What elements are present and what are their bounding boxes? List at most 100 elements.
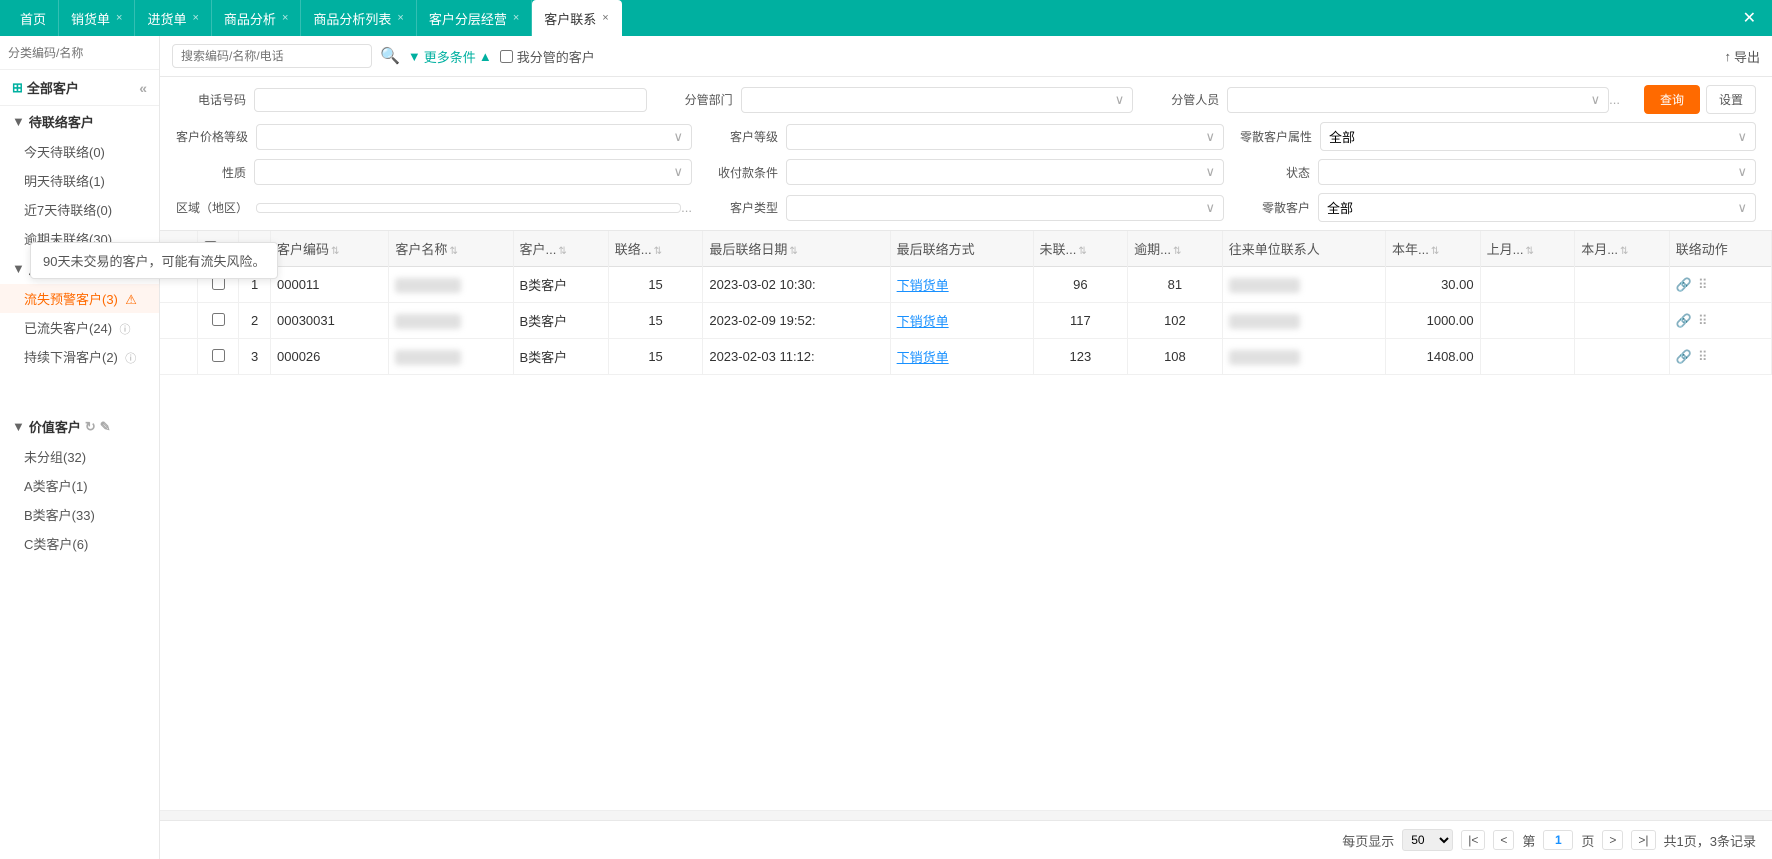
filter-my-customers[interactable]: 我分管的客户 <box>500 47 595 66</box>
filter-customer-level-select[interactable]: ∨ <box>786 124 1224 150</box>
sidebar-item-declining[interactable]: 持续下滑客户(2) ⓘ <box>0 342 159 371</box>
filter-status-select[interactable]: ∨ <box>1318 159 1756 185</box>
tab-product-analysis[interactable]: 商品分析 × <box>212 0 301 36</box>
sidebar-item-b-class[interactable]: B类客户(33) <box>0 500 159 529</box>
tab-close-sales[interactable]: × <box>116 12 122 24</box>
th-name[interactable]: 客户名称⇅ <box>389 231 513 267</box>
sidebar-item-7days[interactable]: 近7天待联络(0) <box>0 195 159 224</box>
tab-customer-contact[interactable]: 客户联系 × <box>532 0 621 36</box>
sidebar-item-a-class[interactable]: A类客户(1) <box>0 471 159 500</box>
first-page-btn[interactable]: |< <box>1461 830 1485 850</box>
th-type[interactable]: 客户...⇅ <box>513 231 608 267</box>
prev-page-btn[interactable]: < <box>1493 830 1514 850</box>
filter-more-conditions-btn[interactable]: ▼ 更多条件 ▲ <box>408 47 492 66</box>
filter-dept-select[interactable]: ∨ <box>741 87 1134 113</box>
link-icon-2[interactable]: 🔗 <box>1676 349 1692 365</box>
th-this-month[interactable]: 本月...⇅ <box>1575 231 1670 267</box>
sidebar-group-value[interactable]: ▼ 价值客户 ↻ ✎ <box>0 411 159 442</box>
filter-search-btn[interactable]: 🔍 <box>380 46 400 66</box>
th-this-year[interactable]: 本年...⇅ <box>1386 231 1481 267</box>
tab-home[interactable]: 首页 <box>8 0 59 36</box>
td-contact-2: 15 <box>608 339 703 375</box>
tab-close-customer-contact[interactable]: × <box>602 12 608 24</box>
td-actions-2[interactable]: 🔗 ⠿ <box>1669 339 1771 375</box>
filter-customer-type-select[interactable]: ∨ <box>786 195 1224 221</box>
query-btn[interactable]: 查询 <box>1644 85 1700 114</box>
th-uncontacted[interactable]: 未联...⇅ <box>1033 231 1128 267</box>
sidebar-search-bar: 🔍 <box>0 36 159 70</box>
th-actions: 联络动作 <box>1669 231 1771 267</box>
filter-area-select[interactable] <box>256 203 681 213</box>
filter-manager-select[interactable]: ∨ <box>1227 87 1609 113</box>
sort-icon-uncontacted: ⇅ <box>1078 246 1086 257</box>
sidebar-item-ungrouped[interactable]: 未分组(32) <box>0 442 159 471</box>
th-last-contact-method[interactable]: 最后联络方式 <box>890 231 1033 267</box>
td-unit-contact-1: 联系人 <box>1222 303 1385 339</box>
tab-close-customer-tier[interactable]: × <box>513 12 519 24</box>
filter-zero-retail-select[interactable]: 全部 ∨ <box>1318 193 1756 222</box>
my-customers-checkbox[interactable] <box>500 50 513 63</box>
filter-row-2: 客户价格等级 ∨ 客户等级 ∨ 零散客户属性 全部 <box>176 122 1756 151</box>
td-checkbox-1[interactable] <box>198 303 239 339</box>
tab-close-product[interactable]: × <box>282 12 288 24</box>
edit-icon[interactable]: ✎ <box>100 419 111 435</box>
tab-close-product-list[interactable]: × <box>397 12 403 24</box>
sidebar-item-today[interactable]: 今天待联络(0) <box>0 137 159 166</box>
td-method-1[interactable]: 下销货单 <box>890 303 1033 339</box>
sidebar-collapse-btn[interactable]: « <box>139 80 147 96</box>
tab-product-analysis-list[interactable]: 商品分析列表 × <box>301 0 416 36</box>
next-page-btn[interactable]: > <box>1602 830 1623 850</box>
link-icon-1[interactable]: 🔗 <box>1676 313 1692 329</box>
filter-zero-retail-attr-select[interactable]: 全部 ∨ <box>1320 122 1756 151</box>
arrow-risk: ▼ <box>12 261 25 276</box>
tab-customer-tier[interactable]: 客户分层经营 × <box>417 0 532 36</box>
sidebar-item-churn-warning[interactable]: 流失预警客户(3) ⚠ <box>0 284 159 313</box>
td-method-2[interactable]: 下销货单 <box>890 339 1033 375</box>
link-icon-0[interactable]: 🔗 <box>1676 277 1692 293</box>
tab-purchase-order[interactable]: 进货单 × <box>135 0 211 36</box>
th-contact[interactable]: 联络...⇅ <box>608 231 703 267</box>
filter-zero-retail-attr-field: 零散客户属性 全部 ∨ <box>1240 122 1756 151</box>
td-actions-0[interactable]: 🔗 ⠿ <box>1669 267 1771 303</box>
td-method-0[interactable]: 下销货单 <box>890 267 1033 303</box>
chevron-down-icon2: ∨ <box>1591 92 1601 108</box>
settings-btn[interactable]: 设置 <box>1706 85 1756 114</box>
grid-icon: ⊞ <box>12 80 23 96</box>
th-code[interactable]: 客户编码⇅ <box>271 231 389 267</box>
tab-sales-order[interactable]: 销货单 × <box>59 0 135 36</box>
filter-phone-input[interactable] <box>254 88 647 112</box>
chevron-down-icon: ∨ <box>1115 92 1125 108</box>
sidebar-all-customers[interactable]: ⊞ 全部客户 « <box>0 70 159 106</box>
sidebar-group-pending[interactable]: ▼ 待联络客户 <box>0 106 159 137</box>
filter-manager-dots[interactable]: ... <box>1609 92 1620 107</box>
td-actions-1[interactable]: 🔗 ⠿ <box>1669 303 1771 339</box>
filter-price-level-label: 客户价格等级 <box>176 128 248 145</box>
page-number-input[interactable] <box>1543 830 1573 850</box>
th-unit-contact[interactable]: 往来单位联系人 <box>1222 231 1385 267</box>
sidebar-item-c-class[interactable]: C类客户(6) <box>0 529 159 558</box>
sidebar-item-churned[interactable]: 已流失客户(24) ⓘ <box>0 313 159 342</box>
page-size-select[interactable]: 50 10 20 100 <box>1402 829 1453 851</box>
filter-price-level-select[interactable]: ∨ <box>256 124 692 150</box>
refresh-icon[interactable]: ↻ <box>85 419 96 435</box>
td-contact-0: 15 <box>608 267 703 303</box>
sidebar-search-input[interactable] <box>8 46 160 60</box>
export-btn[interactable]: ↑ 导出 <box>1724 47 1760 66</box>
filter-search-input[interactable] <box>172 44 372 68</box>
th-overdue[interactable]: 逾期...⇅ <box>1128 231 1223 267</box>
hscroll-bar[interactable] <box>160 810 1772 820</box>
more-icon-1[interactable]: ⠿ <box>1698 313 1708 329</box>
th-last-contact-date[interactable]: 最后联络日期⇅ <box>703 231 890 267</box>
sort-icon-name: ⇅ <box>449 246 457 257</box>
more-icon-0[interactable]: ⠿ <box>1698 277 1708 293</box>
th-last-month[interactable]: 上月...⇅ <box>1480 231 1575 267</box>
filter-payment-select[interactable]: ∨ <box>786 159 1224 185</box>
window-close-btn[interactable]: ✕ <box>1735 8 1764 28</box>
filter-nature-select[interactable]: ∨ <box>254 159 692 185</box>
filter-area-dots[interactable]: ... <box>681 200 692 215</box>
more-icon-2[interactable]: ⠿ <box>1698 349 1708 365</box>
tab-close-purchase[interactable]: × <box>192 12 198 24</box>
td-checkbox-2[interactable] <box>198 339 239 375</box>
last-page-btn[interactable]: >| <box>1631 830 1655 850</box>
sidebar-item-tomorrow[interactable]: 明天待联络(1) <box>0 166 159 195</box>
